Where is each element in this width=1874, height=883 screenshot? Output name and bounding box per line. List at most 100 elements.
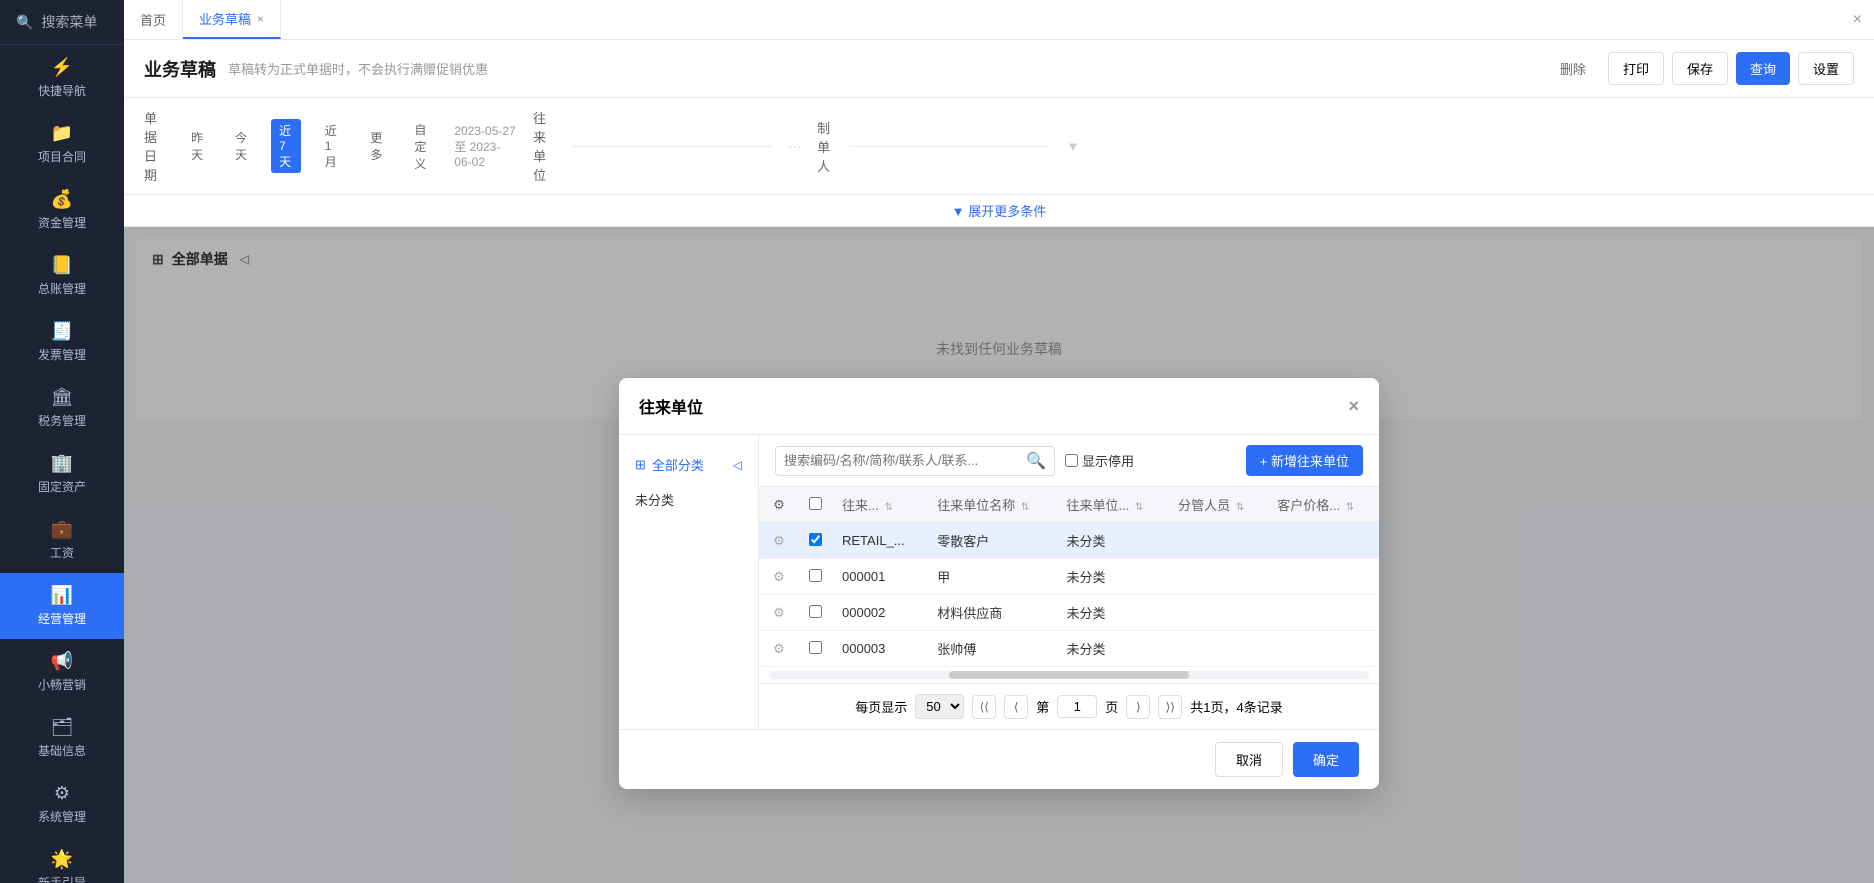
gear-row-icon[interactable]: ⚙ — [773, 605, 785, 620]
collapse-sidebar-icon[interactable]: ◁ — [733, 458, 742, 472]
total-label: 共1页，4条记录 — [1190, 697, 1282, 716]
save-button[interactable]: 保存 — [1672, 52, 1728, 85]
modal-sidebar-unclassified[interactable]: 未分类 — [619, 482, 758, 517]
prev-page-btn[interactable]: ⟨ — [1004, 695, 1028, 719]
show-disabled-checkbox[interactable] — [1065, 454, 1078, 467]
row-actions-cell: ⚙ — [759, 631, 799, 667]
delete-button[interactable]: 删除 — [1546, 52, 1600, 85]
print-button[interactable]: 打印 — [1608, 52, 1664, 85]
sidebar-item-invoice[interactable]: 🧾 发票管理 — [0, 309, 124, 375]
sidebar-item-guide[interactable]: 🌟 新手引导 — [0, 837, 124, 883]
sidebar-item-capital[interactable]: 💰 资金管理 — [0, 177, 124, 243]
gear-row-icon[interactable]: ⚙ — [773, 641, 785, 656]
sidebar-item-operation[interactable]: 📊 经营管理 — [0, 573, 124, 639]
row-manager-cell — [1168, 523, 1267, 559]
sidebar-item-label: 工资 — [50, 544, 74, 561]
capital-icon: 💰 — [51, 189, 73, 210]
modal-body: ⊞ 全部分类 ◁ 未分类 — [619, 435, 1379, 729]
expand-conditions-btn[interactable]: ▼ 展开更多条件 — [952, 201, 1047, 220]
next-page-btn[interactable]: ⟩ — [1126, 695, 1150, 719]
row-code-cell: 000003 — [832, 631, 927, 667]
modal-sidebar-all-label: 全部分类 — [652, 455, 704, 474]
sidebar-item-label: 税务管理 — [38, 412, 86, 429]
modal-table: ⚙ 往来... ⇅ — [759, 487, 1379, 667]
cancel-button[interactable]: 取消 — [1215, 742, 1283, 777]
date-more[interactable]: 更多 — [362, 126, 390, 166]
search-box[interactable]: 🔍 — [775, 446, 1055, 476]
sidebar-item-label: 固定资产 — [38, 478, 86, 495]
sort-icon-code: ⇅ — [884, 502, 892, 513]
per-page-label: 每页显示 — [855, 697, 907, 716]
quick-nav-icon: ⚡ — [51, 57, 73, 78]
sidebar-search[interactable]: 🔍 搜索菜单 — [0, 0, 124, 45]
sidebar-item-asset[interactable]: 🏢 固定资产 — [0, 441, 124, 507]
first-page-btn[interactable]: ⟨⟨ — [972, 695, 996, 719]
content-area: ⊞ 全部单据 ◁ 未找到任何业务草稿 往来单位 × ⊞ — [124, 227, 1874, 883]
date-1month[interactable]: 近1月 — [317, 119, 347, 173]
settings-button[interactable]: 设置 — [1798, 52, 1854, 85]
topbar: 首页 业务草稿 × × — [124, 0, 1874, 40]
row-checkbox[interactable] — [809, 605, 822, 618]
sidebar-item-system[interactable]: ⚙ 系统管理 — [0, 771, 124, 837]
show-disabled-checkbox-label[interactable]: 显示停用 — [1065, 451, 1134, 470]
date-filter-label: 单据日期 — [144, 108, 167, 184]
gear-row-icon[interactable]: ⚙ — [773, 569, 785, 584]
table-row[interactable]: ⚙ 000003 张帅傅 未分类 — [759, 631, 1379, 667]
col-header-check — [799, 487, 832, 523]
sidebar-item-tax[interactable]: 🏛 税务管理 — [0, 375, 124, 441]
modal-sidebar-all[interactable]: ⊞ 全部分类 ◁ — [619, 447, 758, 482]
page-label-pre: 第 — [1036, 697, 1049, 716]
system-icon: ⚙ — [54, 783, 70, 804]
sidebar-item-basic[interactable]: 🗂 基础信息 — [0, 705, 124, 771]
date-yesterday[interactable]: 昨天 — [183, 126, 211, 166]
sort-icon-price: ⇅ — [1346, 502, 1354, 513]
invoice-icon: 🧾 — [51, 321, 73, 342]
modal-sidebar-unclassified-label: 未分类 — [635, 490, 674, 509]
page-label-post: 页 — [1105, 697, 1118, 716]
tab-home[interactable]: 首页 — [124, 0, 183, 39]
query-button[interactable]: 查询 — [1736, 52, 1790, 85]
date-7days[interactable]: 近7天 — [271, 119, 301, 173]
sidebar-item-label: 资金管理 — [38, 214, 86, 231]
search-input[interactable] — [784, 453, 1020, 468]
row-name-cell: 材料供应商 — [927, 595, 1056, 631]
last-page-btn[interactable]: ⟩⟩ — [1158, 695, 1182, 719]
table-row[interactable]: ⚙ 000001 甲 未分类 — [759, 559, 1379, 595]
date-today[interactable]: 今天 — [227, 126, 255, 166]
date-custom[interactable]: 自定义 — [406, 118, 438, 175]
table-row[interactable]: ⚙ 000002 材料供应商 未分类 — [759, 595, 1379, 631]
row-price-cell — [1267, 523, 1379, 559]
window-close-icon[interactable]: × — [1841, 11, 1874, 29]
accounts-icon: 📒 — [51, 255, 73, 276]
select-all-checkbox[interactable] — [809, 497, 822, 510]
row-checkbox[interactable] — [809, 569, 822, 582]
modal-close-button[interactable]: × — [1348, 396, 1359, 417]
row-checkbox[interactable] — [809, 533, 822, 546]
new-counterparty-button[interactable]: + 新增往来单位 — [1246, 445, 1363, 476]
gear-icon[interactable]: ⚙ — [773, 497, 785, 512]
sidebar-item-accounts[interactable]: 📒 总账管理 — [0, 243, 124, 309]
page-number-input[interactable] — [1057, 695, 1097, 718]
row-checkbox[interactable] — [809, 641, 822, 654]
search-icon: 🔍 — [1026, 451, 1046, 471]
sidebar-item-marketing[interactable]: 📢 小畅营销 — [0, 639, 124, 705]
basic-icon: 🗂 — [51, 717, 74, 738]
row-manager-cell — [1168, 631, 1267, 667]
row-name-cell: 张帅傅 — [927, 631, 1056, 667]
sidebar-item-label: 小畅营销 — [38, 676, 86, 693]
asset-icon: 🏢 — [51, 453, 73, 474]
tab-close-icon[interactable]: × — [257, 12, 264, 26]
per-page-select[interactable]: 50 — [915, 694, 964, 719]
col-header-code: 往来... ⇅ — [832, 487, 927, 523]
modal-main-content: 🔍 显示停用 + 新增往来单位 — [759, 435, 1379, 729]
sidebar-item-salary[interactable]: 💼 工资 — [0, 507, 124, 573]
table-row[interactable]: ⚙ RETAIL_... 零散客户 未分类 — [759, 523, 1379, 559]
gear-row-icon[interactable]: ⚙ — [773, 533, 785, 548]
sidebar-item-project[interactable]: 📁 项目合同 — [0, 111, 124, 177]
marketing-icon: 📢 — [51, 651, 73, 672]
sidebar-item-quick-nav[interactable]: ⚡ 快捷导航 — [0, 45, 124, 111]
tab-draft[interactable]: 业务草稿 × — [183, 0, 281, 39]
horizontal-scrollbar[interactable] — [769, 671, 1369, 679]
search-icon: 🔍 — [16, 14, 33, 31]
confirm-button[interactable]: 确定 — [1293, 742, 1359, 777]
